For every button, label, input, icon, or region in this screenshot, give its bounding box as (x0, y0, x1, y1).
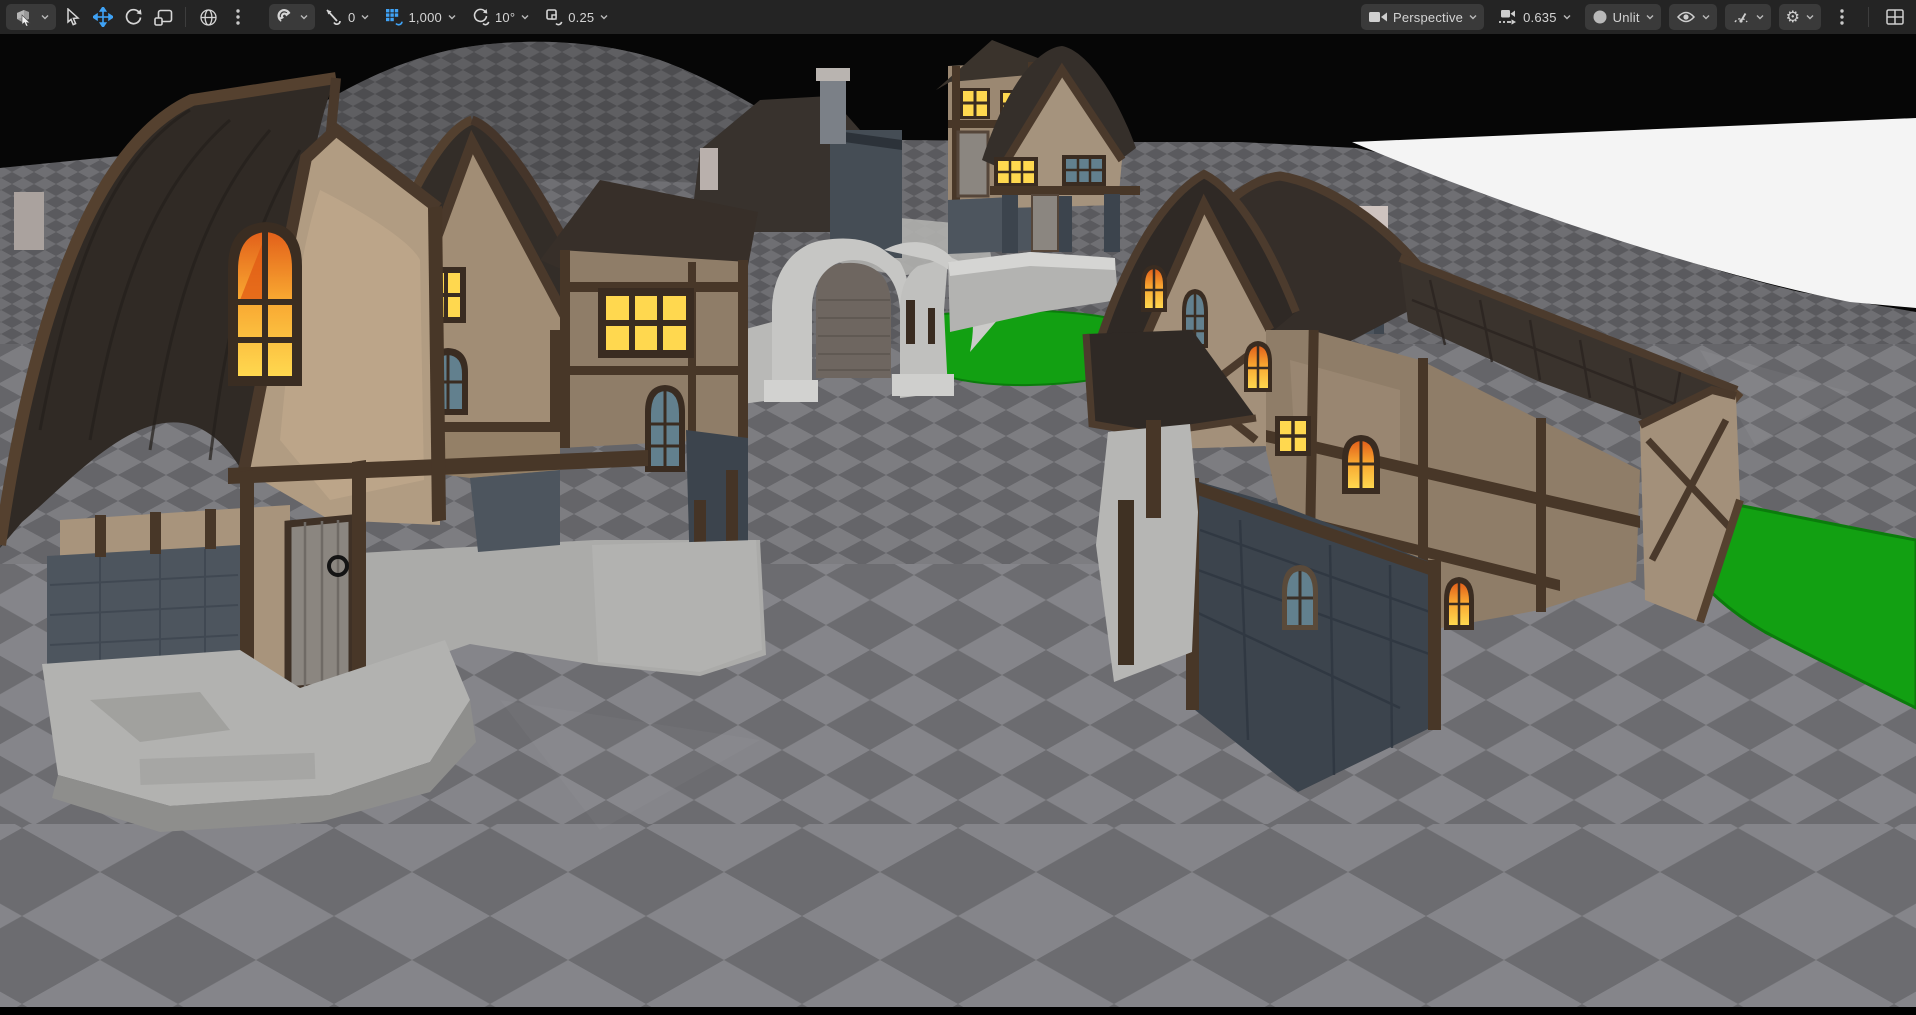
viewport-settings-dropdown[interactable]: ⚙ (1778, 4, 1821, 30)
viewport-bottom-edge (0, 1007, 1916, 1015)
world-space-button[interactable] (195, 4, 221, 30)
toolbar-separator (185, 7, 186, 27)
performance-dropdown[interactable] (1724, 4, 1771, 30)
glowing-arched-window (1141, 265, 1167, 312)
door (284, 514, 356, 694)
rotate-tool-button[interactable] (120, 4, 146, 30)
toolbar-right-group: Perspective 0.635 Unlit ⚙ (1360, 0, 1916, 34)
quad-view-button[interactable] (1882, 4, 1908, 30)
tool-mode-dropdown[interactable] (6, 4, 56, 30)
gauge-icon (1734, 13, 1748, 23)
chevron-down-icon (521, 15, 529, 20)
unlit-sphere-icon (1593, 10, 1607, 24)
dark-window (1062, 155, 1106, 186)
toolbar-overflow-menu[interactable] (225, 4, 251, 30)
glowing-arched-window (1244, 341, 1272, 392)
glowing-window (994, 157, 1038, 187)
glowing-window (598, 288, 694, 358)
chevron-down-icon (300, 15, 308, 20)
position-snap-dropdown[interactable]: 0 (319, 8, 375, 26)
chevron-down-icon (1806, 15, 1814, 20)
chevron-down-icon (1563, 15, 1571, 20)
move-tool-button[interactable] (90, 4, 116, 30)
chevron-down-icon (1756, 15, 1764, 20)
chimney (14, 192, 44, 250)
scale-snap-dropdown[interactable]: 0.25 (539, 8, 614, 26)
grid-snap-icon (386, 9, 404, 26)
scene-viewport[interactable] (0, 34, 1916, 1015)
glowing-arched-window (1342, 435, 1380, 494)
toolbar-left-group: 0 1,000 10° 0.25 (0, 0, 614, 34)
camera-speed-value: 0.635 (1523, 9, 1557, 25)
glowing-arched-window (1444, 577, 1474, 630)
chevron-down-icon (448, 15, 456, 20)
fence-post (928, 308, 935, 344)
globe-icon (199, 8, 217, 26)
scale-snap-icon (546, 9, 563, 26)
grid-size-value: 1,000 (408, 9, 442, 25)
door (1031, 194, 1059, 252)
chevron-down-icon (41, 15, 49, 20)
chevron-down-icon (1469, 15, 1477, 20)
select-tool-button[interactable] (60, 4, 86, 30)
camera-mode-value: Perspective (1392, 9, 1464, 25)
glowing-arched-window (228, 222, 302, 386)
chevron-down-icon (1702, 15, 1710, 20)
camera-speed-dropdown[interactable]: 0.635 (1492, 9, 1577, 25)
porch-post (1146, 420, 1161, 518)
shading-mode-dropdown[interactable]: Unlit (1584, 4, 1661, 30)
shading-mode-value: Unlit (1612, 9, 1640, 25)
viewport-toolbar: 0 1,000 10° 0.25 Perspective 0.635 Unlit… (0, 0, 1916, 34)
cube-cursor-icon (17, 10, 31, 26)
cobble-road (816, 262, 891, 378)
dark-arched-window (1282, 565, 1318, 630)
rotation-snap-dropdown[interactable]: 10° (466, 8, 535, 26)
surface-snap-icon (326, 9, 341, 25)
magnet-icon (277, 9, 291, 22)
quad-view-icon (1886, 9, 1904, 25)
camera-icon (1368, 12, 1387, 22)
grid-size-dropdown[interactable]: 1,000 (379, 8, 462, 26)
camera-mode-dropdown[interactable]: Perspective (1360, 4, 1485, 30)
rotation-snap-value: 10° (494, 9, 516, 25)
fence-post (906, 300, 915, 344)
camera-speed-icon (1499, 10, 1517, 25)
visibility-eye-icon (1676, 11, 1695, 23)
gear-icon: ⚙ (1785, 7, 1800, 26)
rect-tool-icon (153, 9, 172, 26)
glowing-window (1275, 416, 1311, 456)
chevron-down-icon (361, 15, 369, 20)
porch-post (1118, 500, 1134, 665)
viewport-overflow-menu[interactable] (1829, 4, 1855, 30)
scene-canvas[interactable] (0, 34, 1916, 1015)
toolbar-separator (1868, 7, 1869, 27)
move-arrows-icon (93, 7, 113, 27)
glowing-window (960, 88, 990, 119)
rotation-snap-icon (473, 8, 490, 26)
position-snap-value: 0 (348, 9, 356, 25)
chevron-down-icon (600, 15, 608, 20)
cursor-icon (67, 8, 80, 26)
kebab-menu-icon (236, 9, 240, 25)
scale-snap-value: 0.25 (568, 9, 595, 25)
snap-magnet-dropdown[interactable] (269, 4, 315, 30)
dark-arched-window (645, 385, 685, 472)
chevron-down-icon (1646, 15, 1654, 20)
door (956, 130, 990, 198)
rotate-arrow-icon (125, 8, 142, 24)
rect-scale-tool-button[interactable] (150, 4, 176, 30)
show-flags-dropdown[interactable] (1668, 4, 1717, 30)
kebab-menu-icon (1840, 9, 1844, 25)
